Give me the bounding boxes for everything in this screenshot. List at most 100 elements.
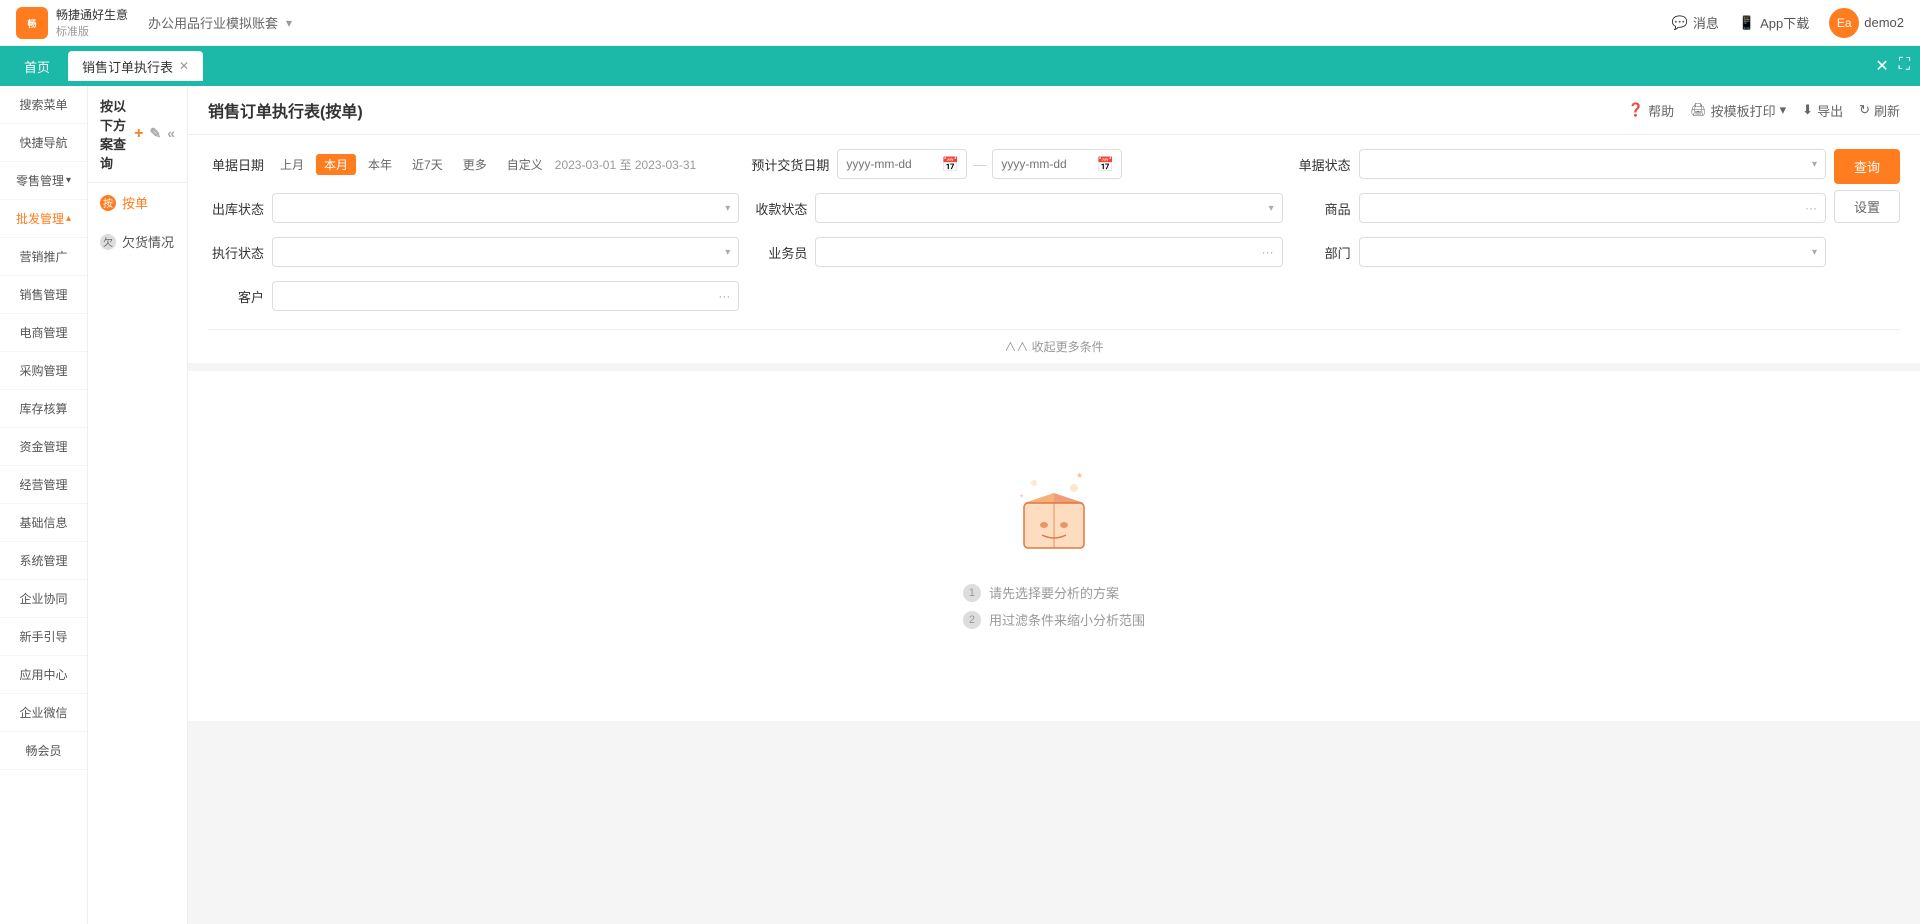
template-print-icon: 🖨 <box>1690 102 1707 118</box>
sidebar-quick-nav-label: 快捷导航 <box>4 134 83 151</box>
sub-sidebar-item-by-order[interactable]: 按 按单 <box>88 183 187 222</box>
sidebar-system-label: 系统管理 <box>4 552 83 569</box>
tab-home[interactable]: 首页 <box>10 51 64 81</box>
customer-select[interactable]: ··· <box>272 281 739 311</box>
page-actions: ❓ 帮助 🖨 按模板打印 ▾ ⬇ 导出 ↻ 刷新 <box>1628 101 1900 120</box>
sub-sidebar-item-owe-goods[interactable]: 欠 欠货情况 <box>88 222 187 261</box>
sidebar-item-system[interactable]: 系统管理 <box>0 542 87 580</box>
sidebar-item-member[interactable]: 畅会员 <box>0 732 87 770</box>
empty-tips: 1 请先选择要分析的方案 2 用过滤条件来缩小分析范围 <box>963 583 1145 629</box>
btn-group-right: 查询 设置 <box>1834 149 1900 223</box>
tab-close-icon[interactable]: ✕ <box>179 59 189 73</box>
goods-control: ··· <box>1359 193 1826 223</box>
add-scheme-icon[interactable]: + <box>134 125 143 143</box>
sidebar-item-purchase[interactable]: 采购管理 <box>0 352 87 390</box>
sidebar-item-retail[interactable]: 零售管理 ▾ <box>0 162 87 200</box>
edit-scheme-icon[interactable]: ✎ <box>149 125 161 143</box>
app-download-button[interactable]: 📱 App下载 <box>1739 13 1809 32</box>
empty-tip-1: 1 请先选择要分析的方案 <box>963 583 1145 602</box>
sidebar-item-new-guide[interactable]: 新手引导 <box>0 618 87 656</box>
empty-tip-2: 2 用过滤条件来缩小分析范围 <box>963 610 1145 629</box>
app-download-icon: 📱 <box>1739 15 1755 31</box>
payment-status-select[interactable]: ▾ <box>815 193 1282 223</box>
date-tab-custom[interactable]: 自定义 <box>499 154 551 175</box>
exec-arrow: ▾ <box>725 247 730 258</box>
sidebar-item-basic[interactable]: 基础信息 <box>0 504 87 542</box>
salesperson-dots: ··· <box>1262 245 1274 259</box>
svg-text:畅: 畅 <box>27 18 36 29</box>
date-tab-this-month[interactable]: 本月 <box>316 154 356 175</box>
customer-label: 客户 <box>208 287 264 306</box>
by-order-icon: 按 <box>100 195 116 211</box>
dept-control: ▾ <box>1359 237 1826 267</box>
sidebar-item-enterprise-wx[interactable]: 企业微信 <box>0 694 87 732</box>
app-download-label: App下载 <box>1760 13 1809 32</box>
sidebar-item-app-center[interactable]: 应用中心 <box>0 656 87 694</box>
date-separator: — <box>973 157 986 172</box>
template-print-label: 按模板打印 <box>1711 101 1776 120</box>
logo-icon: 畅 <box>16 7 48 39</box>
sidebar-item-ecommerce[interactable]: 电商管理 <box>0 314 87 352</box>
collapse-filter-button[interactable]: ∧∧ 收起更多条件 <box>208 329 1900 363</box>
help-button[interactable]: ❓ 帮助 <box>1628 101 1674 120</box>
sub-sidebar-title: 按以下方案查询 <box>100 96 134 172</box>
sidebar-item-quick-nav[interactable]: 快捷导航 <box>0 124 87 162</box>
sidebar-retail-label: 零售管理 <box>16 172 64 189</box>
svg-text:✦: ✦ <box>1019 493 1024 500</box>
tip-num-2: 2 <box>963 611 981 629</box>
sidebar-item-enterprise[interactable]: 企业协同 <box>0 580 87 618</box>
sidebar-retail-arrow: ▾ <box>66 175 71 186</box>
help-label: 帮助 <box>1648 101 1674 120</box>
main-layout: 搜索菜单 快捷导航 零售管理 ▾ 批发管理 ▴ 营销推广 销售管理 电商管理 采… <box>0 86 1920 924</box>
filter-row-3: 执行状态 ▾ 业务员 <box>208 237 1826 267</box>
logo-text: 畅捷通好生意 <box>56 6 128 23</box>
content-area: 销售订单执行表(按单) ❓ 帮助 🖨 按模板打印 ▾ ⬇ 导出 ↻ 刷新 <box>188 86 1920 924</box>
settings-button[interactable]: 设置 <box>1834 190 1900 223</box>
sidebar-item-wholesale[interactable]: 批发管理 ▴ <box>0 200 87 238</box>
refresh-button[interactable]: ↻ 刷新 <box>1859 101 1900 120</box>
order-status-select[interactable]: ▾ <box>1359 149 1826 179</box>
close-window-icon[interactable]: ✕ <box>1875 56 1888 76</box>
maximize-icon[interactable]: ⛶ <box>1899 56 1910 76</box>
logo-area: 畅 畅捷通好生意 标准版 <box>16 6 128 39</box>
date-tab-last-month[interactable]: 上月 <box>272 154 312 175</box>
query-button[interactable]: 查询 <box>1834 149 1900 184</box>
refresh-label: 刷新 <box>1874 101 1900 120</box>
user-menu[interactable]: Ea demo2 <box>1829 8 1904 38</box>
tab-sales-order[interactable]: 销售订单执行表 ✕ <box>68 51 203 81</box>
delivery-status-control: ▾ <box>272 193 739 223</box>
tip-text-1: 请先选择要分析的方案 <box>989 583 1119 602</box>
delivery-status-select[interactable]: ▾ <box>272 193 739 223</box>
sidebar-item-search[interactable]: 搜索菜单 <box>0 86 87 124</box>
order-status-arrow: ▾ <box>1812 159 1817 170</box>
exec-status-select[interactable]: ▾ <box>272 237 739 267</box>
date-tab-last-7[interactable]: 近7天 <box>404 154 451 175</box>
sidebar-purchase-label: 采购管理 <box>4 362 83 379</box>
salesperson-select[interactable]: ··· <box>815 237 1282 267</box>
sidebar-sales-label: 销售管理 <box>4 286 83 303</box>
sidebar-item-inventory[interactable]: 库存核算 <box>0 390 87 428</box>
sidebar-item-finance[interactable]: 资金管理 <box>0 428 87 466</box>
template-print-button[interactable]: 🖨 按模板打印 ▾ <box>1690 101 1786 120</box>
sidebar-item-sales[interactable]: 销售管理 <box>0 276 87 314</box>
tab-bar: 首页 销售订单执行表 ✕ ✕ ⛶ <box>0 46 1920 86</box>
date-tab-this-year[interactable]: 本年 <box>360 154 400 175</box>
sidebar-item-operation[interactable]: 经营管理 <box>0 466 87 504</box>
dept-select[interactable]: ▾ <box>1359 237 1826 267</box>
expected-date-to-wrap: 📅 <box>992 149 1122 179</box>
page-title: 销售订单执行表(按单) <box>208 98 363 122</box>
message-button[interactable]: 💬 消息 <box>1672 13 1719 32</box>
goods-dots: ··· <box>1805 201 1817 215</box>
sub-sidebar: 按以下方案查询 + ✎ « 按 按单 欠 欠货情况 <box>88 86 188 924</box>
sidebar-item-marketing[interactable]: 营销推广 <box>0 238 87 276</box>
nav-dropdown-icon[interactable]: ▾ <box>286 16 292 30</box>
sub-sidebar-header: 按以下方案查询 + ✎ « <box>88 86 187 183</box>
goods-select[interactable]: ··· <box>1359 193 1826 223</box>
export-button[interactable]: ⬇ 导出 <box>1802 101 1843 120</box>
filter-row-4: 客户 ··· <box>208 281 1826 311</box>
exec-status-control: ▾ <box>272 237 739 267</box>
expected-date-label: 预计交货日期 <box>751 155 829 174</box>
dept-label: 部门 <box>1295 243 1351 262</box>
date-tab-more[interactable]: 更多 <box>455 154 495 175</box>
collapse-scheme-icon[interactable]: « <box>167 125 175 143</box>
